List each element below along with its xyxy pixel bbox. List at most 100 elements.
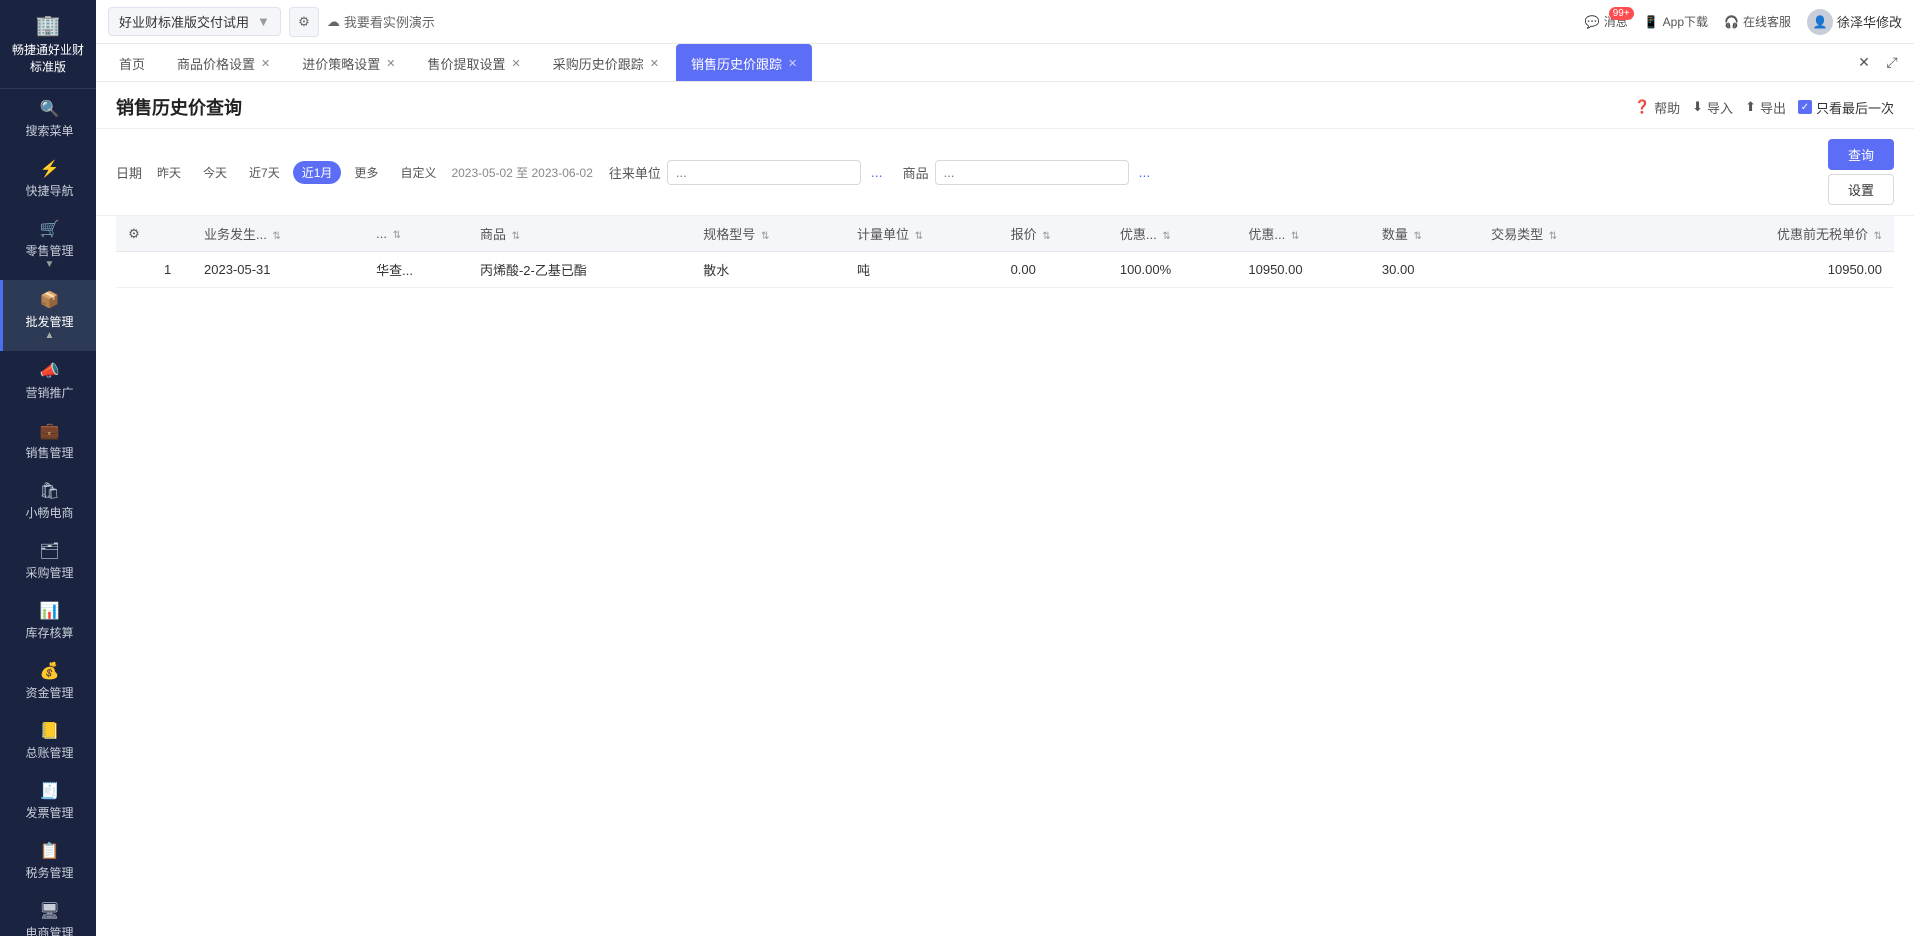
th-business-date[interactable]: 业务发生... ⇅	[192, 216, 364, 252]
sidebar-item-label: 销售管理	[25, 444, 73, 461]
th-spec[interactable]: 规格型号 ⇅	[691, 216, 845, 252]
filter-bar: 日期 昨天 今天 近7天 近1月 更多 自定义 2023-05-02 至 202…	[96, 129, 1914, 216]
sidebar-item-retail[interactable]: 🛒 零售管理 ▼	[0, 209, 96, 280]
tab-sales-history-close[interactable]: ✕	[788, 57, 797, 70]
sidebar-item-ecommerce[interactable]: 🖥 电商管理	[0, 891, 96, 936]
product-input[interactable]	[935, 160, 1129, 185]
top-bar: 好业财标准版交付试用 ▼ ⚙ ☁ 我要看实例演示 💬 消息 99+ 📱 App下…	[96, 0, 1914, 44]
td-quantity: 30.00	[1370, 252, 1479, 288]
tab-home[interactable]: 首页	[104, 44, 160, 81]
close-window-button[interactable]: ✕	[1850, 49, 1878, 77]
date-btn-1month[interactable]: 近1月	[293, 161, 342, 184]
table-settings-icon[interactable]: ⚙	[128, 226, 140, 241]
sidebar-item-shortcut[interactable]: ⚡ 快捷导航	[0, 149, 96, 209]
sidebar-item-inventory[interactable]: 📊 库存核算	[0, 591, 96, 651]
online-service-icon: 🎧	[1724, 15, 1739, 29]
maximize-window-button[interactable]: ⤢	[1878, 49, 1906, 77]
tab-purchase-history[interactable]: 采购历史价跟踪 ✕	[538, 44, 674, 81]
tab-sale-price[interactable]: 售价提取设置 ✕	[412, 44, 535, 81]
supplier-more-button[interactable]: ...	[867, 164, 887, 180]
tax-icon: 📋	[40, 841, 60, 861]
workspace-label: 好业财标准版交付试用	[119, 12, 249, 31]
supplier-label: 往来单位	[609, 163, 661, 182]
only-last-checkbox[interactable]: ✓ 只看最后一次	[1798, 98, 1894, 117]
shortcut-icon: ⚡	[40, 159, 60, 179]
help-icon: ❓	[1634, 99, 1650, 115]
th-discount2[interactable]: 优惠... ⇅	[1236, 216, 1370, 252]
message-button[interactable]: 💬 消息 99+	[1585, 13, 1628, 30]
product-label: 商品	[903, 163, 929, 182]
td-trade-type	[1479, 252, 1633, 288]
checkbox-checked-icon: ✓	[1798, 100, 1812, 114]
th-product[interactable]: 商品 ⇅	[468, 216, 691, 252]
sidebar-item-ecommerce-small[interactable]: 🛍 小畅电商	[0, 471, 96, 531]
sidebar-item-invoice[interactable]: 🧾 发票管理	[0, 771, 96, 831]
td-pretax-price: 10950.00	[1674, 252, 1894, 288]
th-unit-label: 计量单位	[857, 227, 909, 242]
product-more-button[interactable]: ...	[1135, 164, 1155, 180]
user-info[interactable]: 👤 徐泽华修改	[1807, 9, 1902, 35]
page-actions: ❓ 帮助 ⬇ 导入 ⬆ 导出 ✓ 只看最后一次	[1634, 98, 1894, 117]
th-pretax-price[interactable]: 优惠前无税单价 ⇅	[1674, 216, 1894, 252]
top-bar-left: 好业财标准版交付试用 ▼ ⚙ ☁ 我要看实例演示	[108, 7, 1573, 37]
demo-button[interactable]: ☁ 我要看实例演示	[327, 12, 435, 31]
date-btn-today[interactable]: 今天	[194, 161, 236, 184]
help-button[interactable]: ❓ 帮助	[1634, 98, 1680, 117]
th-more1-label: ...	[376, 226, 387, 241]
settings-button[interactable]: 设置	[1828, 174, 1894, 205]
th-discount1[interactable]: 优惠... ⇅	[1108, 216, 1237, 252]
sidebar-item-search[interactable]: 🔍 搜索菜单	[0, 89, 96, 149]
date-btn-custom[interactable]: 自定义	[391, 161, 445, 184]
app-download-button[interactable]: 📱 App下载	[1644, 13, 1708, 30]
tab-sales-history[interactable]: 销售历史价跟踪 ✕	[676, 44, 812, 81]
th-trade-type[interactable]: 交易类型 ⇅	[1479, 216, 1633, 252]
th-more1[interactable]: ... ⇅	[364, 216, 468, 252]
export-button[interactable]: ⬆ 导出	[1745, 98, 1786, 117]
tab-sale-price-close[interactable]: ✕	[512, 57, 521, 70]
sidebar-item-marketing[interactable]: 📣 营销推广	[0, 351, 96, 411]
date-filter-label: 日期	[116, 163, 142, 182]
th-quantity[interactable]: 数量 ⇅	[1370, 216, 1479, 252]
td-business-date: 2023-05-31	[192, 252, 364, 288]
tab-purchase-strategy[interactable]: 进价策略设置 ✕	[287, 44, 410, 81]
sort-icon: ⇅	[393, 230, 401, 241]
message-icon: 💬	[1585, 15, 1600, 29]
workspace-selector[interactable]: 好业财标准版交付试用 ▼	[108, 7, 281, 36]
td-more1: 华查...	[364, 252, 468, 288]
content-area: 销售历史价查询 ❓ 帮助 ⬇ 导入 ⬆ 导出 ✓ 只看最后一次	[96, 82, 1914, 936]
sort-icon: ⇅	[761, 231, 769, 242]
tab-purchase-history-close[interactable]: ✕	[650, 57, 659, 70]
date-btn-yesterday[interactable]: 昨天	[148, 161, 190, 184]
sidebar-item-sales[interactable]: 💼 销售管理	[0, 411, 96, 471]
tab-purchase-strategy-close[interactable]: ✕	[386, 57, 395, 70]
tab-sale-price-label: 售价提取设置	[427, 54, 505, 73]
th-trade-type-label: 交易类型	[1491, 227, 1543, 242]
workspace-settings-button[interactable]: ⚙	[289, 7, 319, 37]
data-table: ⚙ 业务发生... ⇅ ... ⇅ 商品 ⇅	[116, 216, 1894, 288]
sidebar-item-finance[interactable]: 💰 资金管理	[0, 651, 96, 711]
date-btn-7days[interactable]: 近7天	[240, 161, 289, 184]
sidebar: 🏢 畅捷通好业财 标准版 🔍 搜索菜单 ⚡ 快捷导航 🛒 零售管理 ▼ 📦 批发…	[0, 0, 96, 936]
sidebar-item-tax[interactable]: 📋 税务管理	[0, 831, 96, 891]
td-discount2: 10950.00	[1236, 252, 1370, 288]
sidebar-item-label: 快捷导航	[25, 182, 73, 199]
import-button[interactable]: ⬇ 导入	[1692, 98, 1733, 117]
search-icon: 🔍	[40, 99, 60, 119]
sidebar-item-ledger[interactable]: 📒 总账管理	[0, 711, 96, 771]
th-unit[interactable]: 计量单位 ⇅	[845, 216, 999, 252]
th-price[interactable]: 报价 ⇅	[999, 216, 1108, 252]
expand-icon: ▼	[45, 259, 55, 270]
sidebar-item-wholesale[interactable]: 📦 批发管理 ▲	[0, 280, 96, 351]
table-header-row: ⚙ 业务发生... ⇅ ... ⇅ 商品 ⇅	[116, 216, 1894, 252]
sort-icon: ⇅	[512, 231, 520, 242]
tab-product-price-close[interactable]: ✕	[261, 57, 270, 70]
online-service-label: 在线客服	[1743, 13, 1791, 30]
tab-product-price[interactable]: 商品价格设置 ✕	[162, 44, 285, 81]
tab-bar: 首页 商品价格设置 ✕ 进价策略设置 ✕ 售价提取设置 ✕ 采购历史价跟踪 ✕ …	[96, 44, 1914, 82]
online-service-button[interactable]: 🎧 在线客服	[1724, 13, 1791, 30]
export-icon: ⬆	[1745, 99, 1756, 115]
date-btn-more[interactable]: 更多	[345, 161, 387, 184]
query-button[interactable]: 查询	[1828, 139, 1894, 170]
supplier-input[interactable]	[667, 160, 861, 185]
sidebar-item-purchase[interactable]: 🗂 采购管理	[0, 531, 96, 591]
